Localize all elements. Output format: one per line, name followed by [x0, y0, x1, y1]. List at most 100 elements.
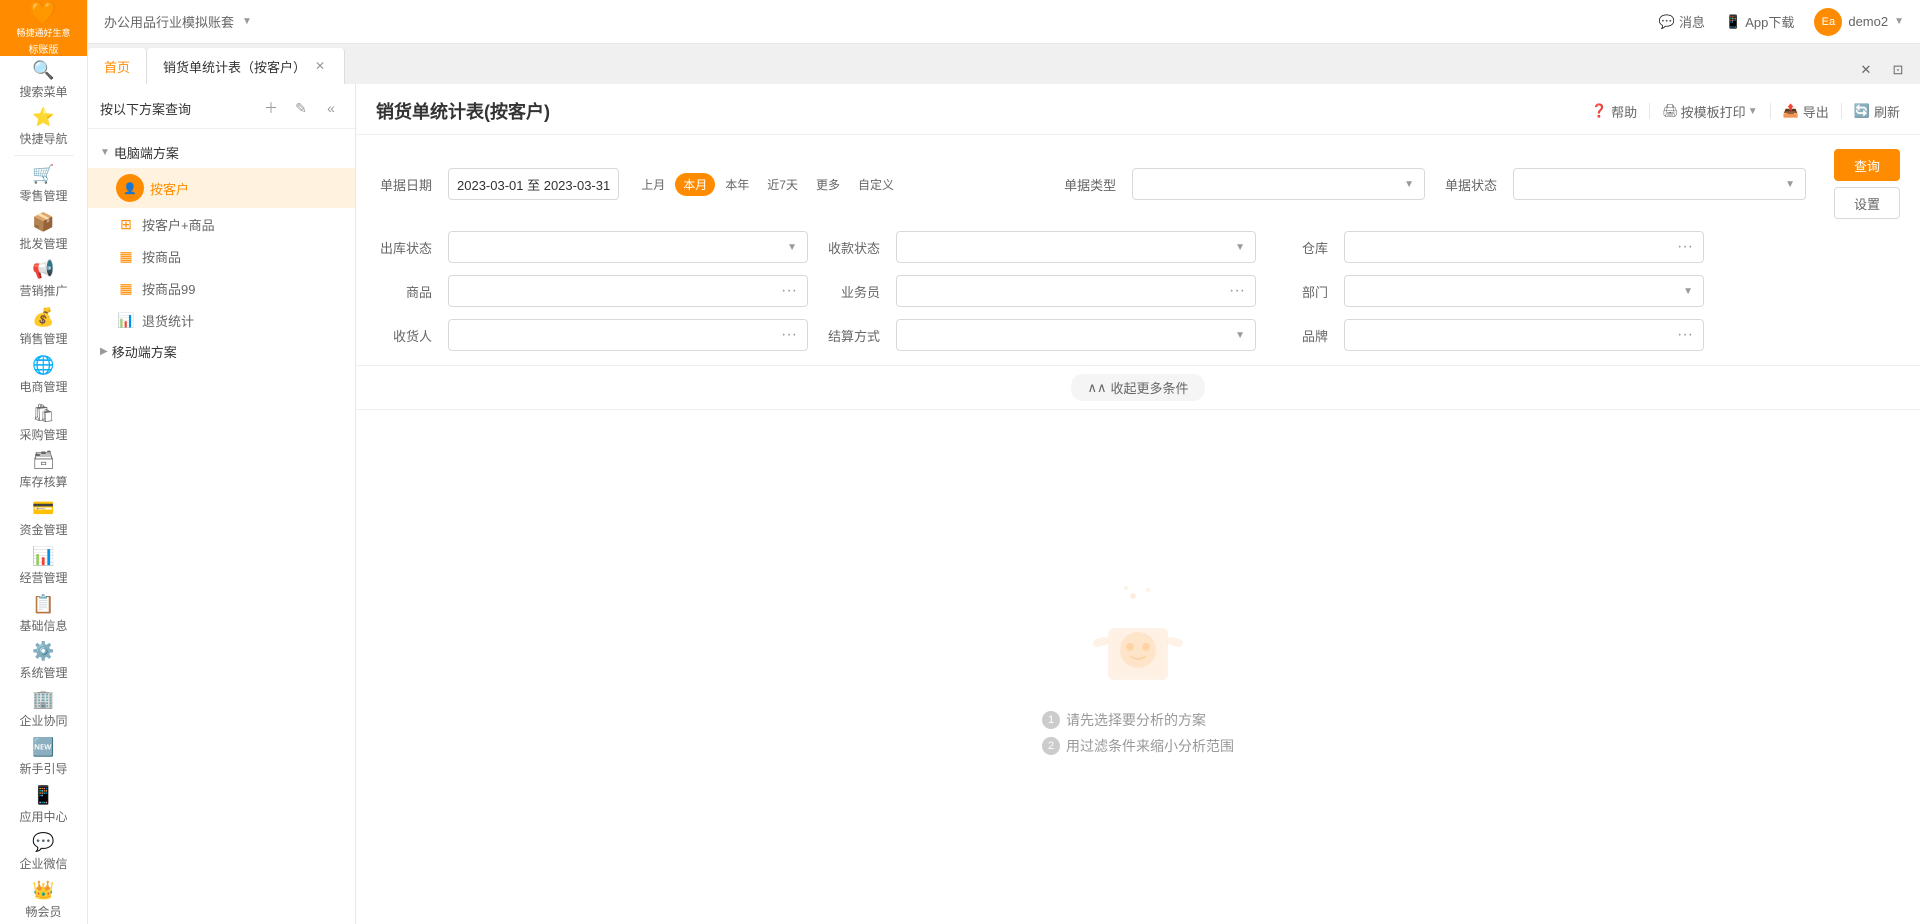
date-tab-custom[interactable]: 自定义: [850, 173, 902, 196]
sidebar-item-inventory[interactable]: 🗃 库存核算: [0, 447, 88, 495]
settlement-select[interactable]: ▼: [896, 319, 1256, 351]
print-icon: 🖨: [1662, 103, 1679, 119]
sidebar-item-marketing[interactable]: 📢 营销推广: [0, 256, 88, 304]
query-btn[interactable]: 查询: [1834, 149, 1900, 181]
brand-dots[interactable]: ···: [1677, 326, 1693, 344]
tab-close-btn[interactable]: ✕: [312, 58, 328, 74]
salesperson-dots[interactable]: ···: [1229, 282, 1245, 300]
edit-scheme-btn[interactable]: ✎: [289, 96, 313, 120]
tab-sales-stat[interactable]: 销货单统计表（按客户） ✕: [147, 48, 345, 84]
sidebar-item-apps[interactable]: 📱 应用中心: [0, 781, 88, 829]
tab-home[interactable]: 首页: [88, 48, 147, 84]
header-left: 办公用品行业模拟账套 ▼: [104, 12, 252, 31]
doc-type-label: 单据类型: [1060, 175, 1116, 194]
sidebar-item-sales[interactable]: 💰 销售管理: [0, 303, 88, 351]
mobile-section-arrow: ▶: [100, 346, 108, 357]
department-select[interactable]: ▼: [1344, 275, 1704, 307]
doc-type-select[interactable]: ▼: [1132, 168, 1425, 200]
retail-icon: 🛒: [32, 164, 54, 185]
tree-item-by-customer[interactable]: 👤 按客户: [88, 168, 355, 208]
recipient-dots[interactable]: ···: [781, 326, 797, 344]
sidebar-item-search[interactable]: 🔍 搜索菜单: [0, 56, 88, 104]
app-download-btn[interactable]: 📱 App下载: [1725, 12, 1794, 31]
payment-status-select[interactable]: ▼: [896, 231, 1256, 263]
salesperson-select[interactable]: ···: [896, 275, 1256, 307]
export-btn[interactable]: 📤 导出: [1783, 102, 1829, 121]
date-tab-last-7[interactable]: 近7天: [759, 173, 806, 196]
mobile-section-header[interactable]: ▶ 移动端方案: [88, 336, 355, 367]
hint-item-2: 2 用过滤条件来缩小分析范围: [1042, 736, 1234, 756]
doc-status-select[interactable]: ▼: [1513, 168, 1806, 200]
sidebar-logo[interactable]: 🧡 畅捷通好生意 标账版: [0, 0, 88, 56]
sidebar-item-wholesale[interactable]: 📦 批发管理: [0, 208, 88, 256]
collapse-label: 收起更多条件: [1111, 378, 1189, 397]
date-tab-this-month[interactable]: 本月: [675, 173, 715, 196]
system-icon: ⚙️: [32, 641, 54, 662]
tab-home-label: 首页: [104, 57, 130, 76]
warehouse-select[interactable]: ···: [1344, 231, 1704, 263]
left-panel-actions: ＋ ✎ «: [259, 96, 343, 120]
hint-text-1: 请先选择要分析的方案: [1066, 710, 1206, 730]
tree-item-by-customer-label: 按客户: [150, 179, 189, 198]
collapse-panel-btn[interactable]: «: [319, 96, 343, 120]
goods-dots[interactable]: ···: [781, 282, 797, 300]
tab-maximize-btn[interactable]: ⊡: [1884, 56, 1912, 84]
help-btn[interactable]: ❓ 帮助: [1591, 102, 1637, 121]
brand-select[interactable]: ···: [1344, 319, 1704, 351]
brand-label: 品牌: [1272, 326, 1328, 345]
sidebar-item-operations[interactable]: 📊 经营管理: [0, 542, 88, 590]
settlement-arrow: ▼: [1235, 330, 1245, 341]
sidebar-item-purchase[interactable]: 🛍 采购管理: [0, 399, 88, 447]
sidebar-item-enterprise[interactable]: 🏢 企业协同: [0, 685, 88, 733]
tab-bar: 首页 销货单统计表（按客户） ✕ ✕ ⊡: [88, 44, 1920, 84]
left-panel: 按以下方案查询 ＋ ✎ « ▼: [88, 84, 356, 924]
date-tab-last-month[interactable]: 上月: [633, 173, 673, 196]
breadcrumb-arrow[interactable]: ▼: [242, 16, 252, 27]
recipient-select[interactable]: ···: [448, 319, 808, 351]
sidebar-item-wechat[interactable]: 💬 企业微信: [0, 828, 88, 876]
inventory-icon: 🗃: [32, 450, 55, 471]
sidebar-item-retail[interactable]: 🛒 零售管理: [0, 160, 88, 208]
message-btn[interactable]: 💬 消息: [1659, 12, 1705, 31]
tree-item-by-goods[interactable]: ▦ 按商品: [88, 240, 355, 272]
sidebar-item-ecom[interactable]: 🌐 电商管理: [0, 351, 88, 399]
collapse-btn[interactable]: ∧∧ 收起更多条件: [1071, 374, 1204, 401]
tree-item-refund-stat[interactable]: 📊 退货统计: [88, 304, 355, 336]
avatar-text: Ea: [1822, 16, 1835, 28]
date-tab-more[interactable]: 更多: [808, 173, 848, 196]
maximize-icon: ⊡: [1893, 62, 1904, 78]
sidebar-item-guide[interactable]: 🆕 新手引导: [0, 733, 88, 781]
sidebar-item-member-label: 畅会员: [25, 903, 61, 920]
by-customer-icon-text: 👤: [123, 182, 137, 195]
sidebar-item-finance-label: 资金管理: [19, 521, 67, 538]
desktop-section-arrow: ▼: [100, 147, 110, 158]
out-status-select[interactable]: ▼: [448, 231, 808, 263]
tree-item-by-goods-99[interactable]: ▦ 按商品99: [88, 272, 355, 304]
goods-select[interactable]: ···: [448, 275, 808, 307]
refund-stat-icon: 📊: [116, 310, 136, 330]
sidebar-item-basic[interactable]: 📋 基础信息: [0, 590, 88, 638]
basic-icon: 📋: [32, 594, 54, 615]
logo-text: 畅捷通好生意: [16, 28, 70, 39]
warehouse-dots[interactable]: ···: [1677, 238, 1693, 256]
date-label: 单据日期: [376, 175, 432, 194]
tab-minimize-btn[interactable]: ✕: [1852, 56, 1880, 84]
date-tab-this-year[interactable]: 本年: [717, 173, 757, 196]
template-print-btn[interactable]: 🖨 按模板打印 ▼: [1662, 102, 1757, 121]
date-range-input[interactable]: 2023-03-01 至 2023-03-31: [448, 168, 619, 200]
refresh-btn[interactable]: 🔄 刷新: [1854, 102, 1900, 121]
tree-item-by-customer-goods[interactable]: ⊞ 按客户+商品: [88, 208, 355, 240]
desktop-section-header[interactable]: ▼ 电脑端方案: [88, 137, 355, 168]
sidebar-item-system[interactable]: ⚙️ 系统管理: [0, 638, 88, 686]
finance-icon: 💳: [32, 498, 54, 519]
user-menu[interactable]: Ea demo2 ▼: [1814, 8, 1904, 36]
sidebar-item-finance[interactable]: 💳 资金管理: [0, 494, 88, 542]
sidebar-item-apps-label: 应用中心: [19, 808, 67, 825]
settings-btn[interactable]: 设置: [1834, 187, 1900, 219]
add-scheme-btn[interactable]: ＋: [259, 96, 283, 120]
sidebar-item-member[interactable]: 👑 畅会员: [0, 876, 88, 924]
payment-status-label: 收款状态: [824, 238, 880, 257]
sidebar-item-quick-nav[interactable]: ⭐ 快捷导航: [0, 104, 88, 152]
out-status-arrow: ▼: [787, 242, 797, 253]
tree-item-by-goods-99-label: 按商品99: [142, 279, 195, 298]
